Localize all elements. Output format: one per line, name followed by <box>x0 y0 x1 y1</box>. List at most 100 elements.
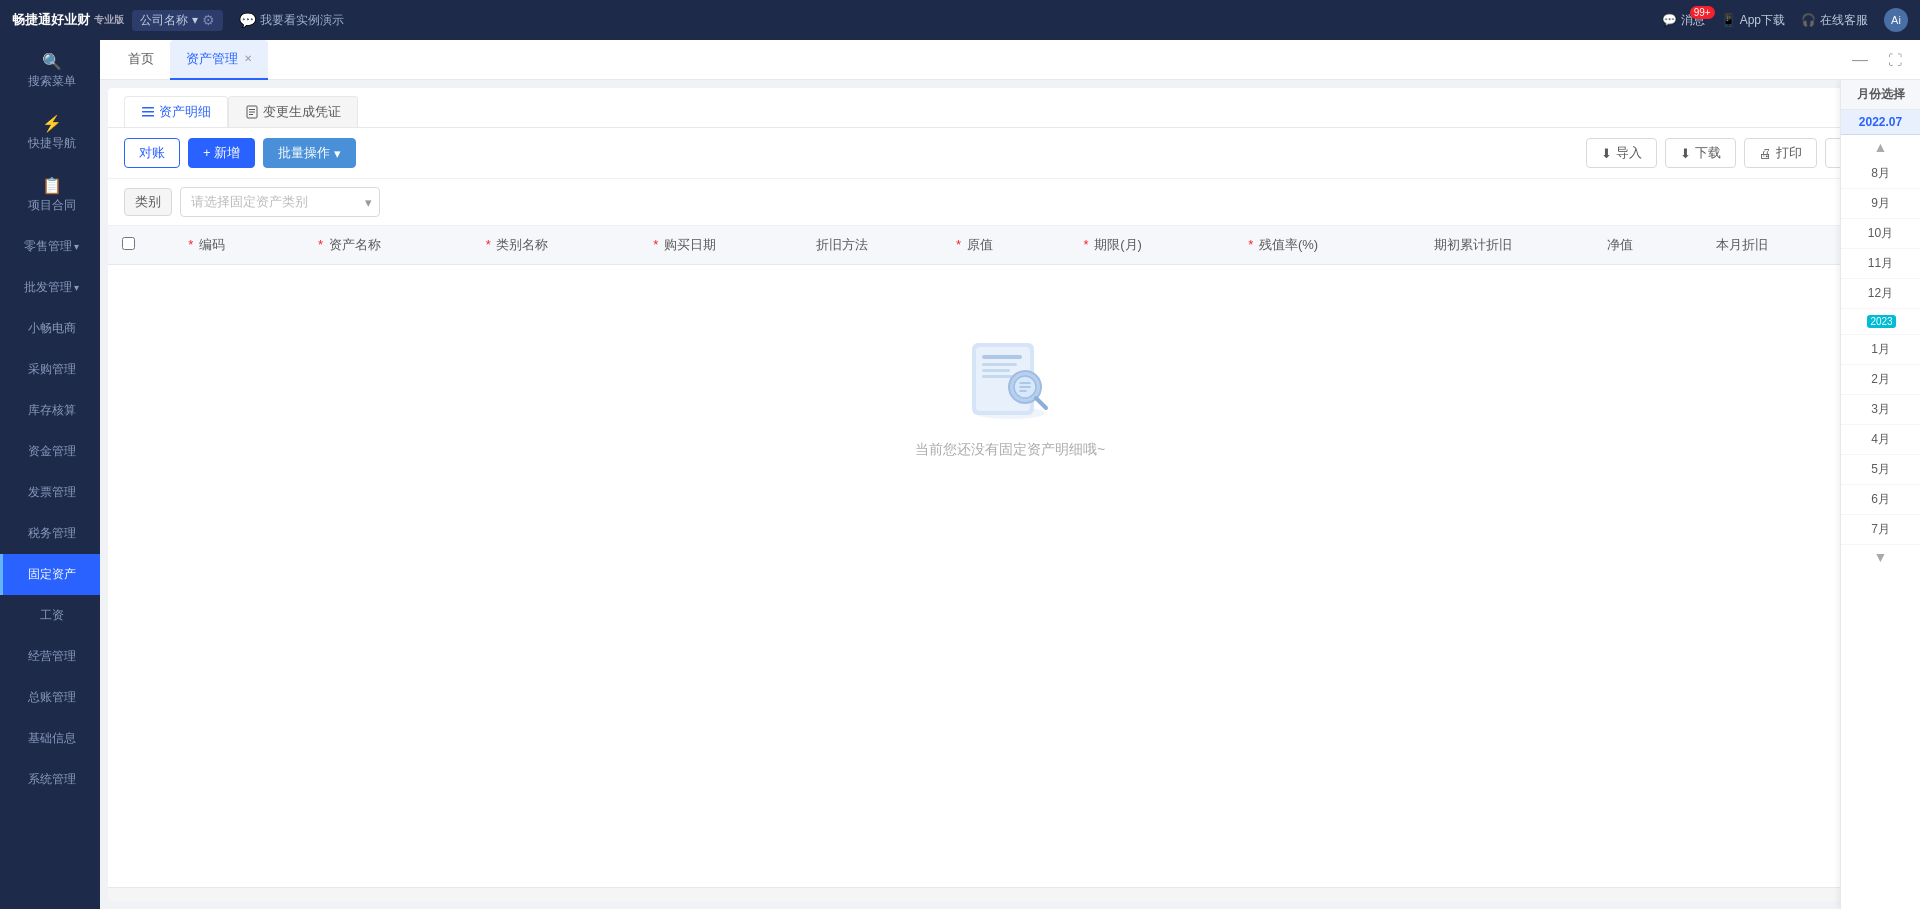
sidebar-item-finance[interactable]: 资金管理 <box>0 431 100 472</box>
download-btn[interactable]: ⬇ 下载 <box>1665 138 1736 168</box>
sidebar-item-search[interactable]: 🔍 搜索菜单 <box>0 40 100 102</box>
sidebar-label-salary: 工资 <box>9 607 94 624</box>
sub-tab-change-voucher[interactable]: 变更生成凭证 <box>228 96 358 127</box>
print-label: 打印 <box>1776 144 1802 162</box>
th-code: * 编码 <box>148 226 265 265</box>
month-item-2[interactable]: 2月 <box>1841 365 1920 395</box>
download-label: 下载 <box>1695 144 1721 162</box>
sidebar-item-salary[interactable]: 工资 <box>0 595 100 636</box>
month-panel-current-year[interactable]: 2022.07 <box>1841 110 1920 135</box>
month-item-4[interactable]: 4月 <box>1841 425 1920 455</box>
sidebar-item-quick-nav[interactable]: ⚡ 快捷导航 <box>0 102 100 164</box>
tab-close-icon[interactable]: ✕ <box>244 53 252 64</box>
table-header-row: * 编码 * 资产名称 * 类别名称 <box>108 226 1912 265</box>
filter-bar: 类别 请选择固定资产类别 ▾ <box>108 179 1912 226</box>
th-original-value: * 原值 <box>916 226 1033 265</box>
import-btn[interactable]: ⬇ 导入 <box>1586 138 1657 168</box>
sidebar-label-purchase: 采购管理 <box>9 361 94 378</box>
month-item-3[interactable]: 3月 <box>1841 395 1920 425</box>
online-service-btn[interactable]: 🎧 在线客服 <box>1801 12 1868 29</box>
th-acc-dep-label: 期初累计折旧 <box>1434 237 1512 252</box>
sidebar: 🔍 搜索菜单 ⚡ 快捷导航 📋 项目合同 零售管理 ▾ 批发管理 ▾ 小畅电商 <box>0 40 100 909</box>
month-item-9[interactable]: 9月 <box>1841 189 1920 219</box>
month-arrow-down[interactable]: ▼ <box>1841 545 1920 569</box>
th-accumulated-dep: 期初累计折旧 <box>1374 226 1571 265</box>
sidebar-item-tax[interactable]: 税务管理 <box>0 513 100 554</box>
bottom-scroll-bar[interactable] <box>108 887 1912 901</box>
sidebar-item-inventory[interactable]: 库存核算 <box>0 390 100 431</box>
tab-home[interactable]: 首页 <box>112 40 170 80</box>
avatar-text: Ai <box>1891 14 1901 26</box>
month-arrow-up[interactable]: ▲ <box>1841 135 1920 159</box>
add-btn[interactable]: + 新增 <box>188 138 255 168</box>
window-minimize-btn[interactable]: — <box>1846 49 1874 71</box>
svg-rect-0 <box>142 107 154 109</box>
th-dep-method-label: 折旧方法 <box>816 237 868 252</box>
month-item-7[interactable]: 7月 <box>1841 515 1920 545</box>
sidebar-item-wholesale[interactable]: 批发管理 ▾ <box>0 267 100 308</box>
th-purchase-date-label: 购买日期 <box>664 237 716 252</box>
month-item-year-2023[interactable]: 2023 <box>1841 309 1920 335</box>
sidebar-item-system[interactable]: 系统管理 <box>0 759 100 800</box>
month-panel-header: 月份选择 <box>1841 80 1920 110</box>
list-icon <box>141 105 155 119</box>
sub-tabs: 资产明细 变更生成凭证 <box>108 88 1912 128</box>
batch-btn[interactable]: 批量操作 ▾ <box>263 138 356 168</box>
th-category: * 类别名称 <box>433 226 601 265</box>
reconcile-btn[interactable]: 对账 <box>124 138 180 168</box>
month-item-6[interactable]: 6月 <box>1841 485 1920 515</box>
window-maximize-btn[interactable]: ⛶ <box>1882 50 1908 70</box>
month-item-10[interactable]: 10月 <box>1841 219 1920 249</box>
settings-icon[interactable]: ⚙ <box>202 12 215 28</box>
sidebar-item-purchase[interactable]: 采购管理 <box>0 349 100 390</box>
sidebar-item-retail[interactable]: 零售管理 ▾ <box>0 226 100 267</box>
sidebar-label-finance: 资金管理 <box>9 443 94 460</box>
demo-link[interactable]: 💬 我要看实例演示 <box>239 12 344 29</box>
tab-asset-mgmt[interactable]: 资产管理 ✕ <box>170 40 268 80</box>
th-original-value-label: 原值 <box>967 237 993 252</box>
message-icon: 💬 <box>1662 13 1677 27</box>
app-download-label: App下载 <box>1740 12 1785 29</box>
sidebar-item-ecommerce[interactable]: 小畅电商 <box>0 308 100 349</box>
sidebar-item-ledger[interactable]: 总账管理 <box>0 677 100 718</box>
company-selector[interactable]: 公司名称 ▾ ⚙ <box>132 10 223 31</box>
th-monthly-dep: 本月折旧 <box>1668 226 1815 265</box>
month-item-8[interactable]: 8月 <box>1841 159 1920 189</box>
company-dropdown-icon: ▾ <box>192 13 198 27</box>
filter-category-label: 类别 <box>124 188 172 216</box>
month-item-5[interactable]: 5月 <box>1841 455 1920 485</box>
month-item-1[interactable]: 1月 <box>1841 335 1920 365</box>
filter-category-wrap: 请选择固定资产类别 ▾ <box>180 187 380 217</box>
content-area: 首页 资产管理 ✕ — ⛶ <box>100 40 1920 909</box>
print-icon: 🖨 <box>1759 146 1772 161</box>
demo-icon: 💬 <box>239 12 256 28</box>
svg-rect-10 <box>982 355 1022 359</box>
svg-rect-11 <box>982 363 1017 366</box>
filter-category-select[interactable]: 请选择固定资产类别 <box>180 187 380 217</box>
sidebar-label-basic-info: 基础信息 <box>9 730 94 747</box>
sidebar-item-project[interactable]: 📋 项目合同 <box>0 164 100 226</box>
th-category-label: 类别名称 <box>496 237 548 252</box>
print-btn[interactable]: 🖨 打印 <box>1744 138 1817 168</box>
svg-rect-2 <box>142 115 154 117</box>
avatar[interactable]: Ai <box>1884 8 1908 32</box>
toolbar: 对账 + 新增 批量操作 ▾ ⬇ 导入 <box>108 128 1912 179</box>
message-btn[interactable]: 💬 消息 99+ <box>1662 12 1705 29</box>
month-item-12[interactable]: 12月 <box>1841 279 1920 309</box>
month-panel: 月份选择 2022.07 ▲ 8月 9月 10月 11月 12月 2023 1月… <box>1840 80 1920 909</box>
month-item-11[interactable]: 11月 <box>1841 249 1920 279</box>
sidebar-item-basic-info[interactable]: 基础信息 <box>0 718 100 759</box>
select-all-checkbox[interactable] <box>122 237 135 250</box>
th-name: * 资产名称 <box>265 226 433 265</box>
th-residual-rate-label: 残值率(%) <box>1259 237 1318 252</box>
sub-tab-asset-detail[interactable]: 资产明细 <box>124 96 228 127</box>
app-download-btn[interactable]: 📱 App下载 <box>1721 12 1785 29</box>
import-icon: ⬇ <box>1601 146 1612 161</box>
sidebar-item-management[interactable]: 经营管理 <box>0 636 100 677</box>
online-service-label: 在线客服 <box>1820 12 1868 29</box>
doc-icon <box>245 105 259 119</box>
sidebar-label-tax: 税务管理 <box>9 525 94 542</box>
sidebar-item-fixed-assets[interactable]: 固定资产 <box>0 554 100 595</box>
message-badge: 99+ <box>1690 6 1715 19</box>
sidebar-item-invoice[interactable]: 发票管理 <box>0 472 100 513</box>
